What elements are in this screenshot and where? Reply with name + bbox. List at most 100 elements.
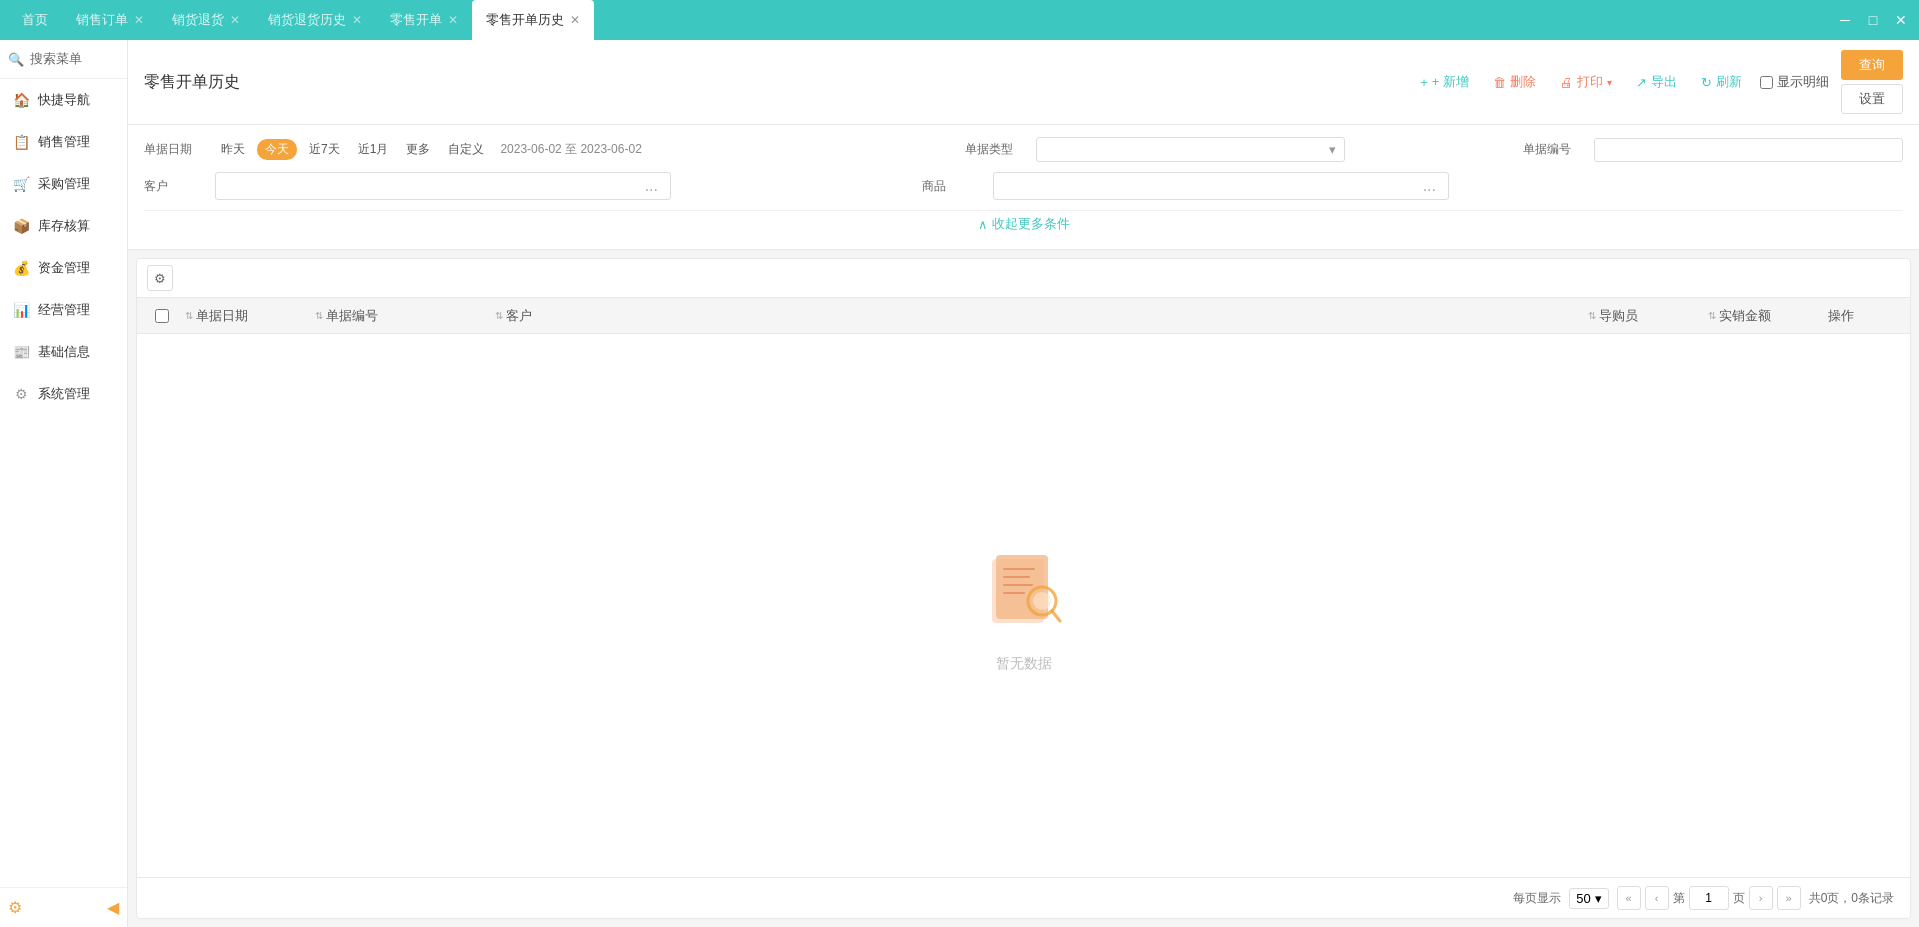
th-checkbox xyxy=(147,309,177,323)
search-icon: 🔍 xyxy=(8,52,24,67)
date-opt-7days[interactable]: 近7天 xyxy=(303,139,346,160)
first-page-button[interactable]: « xyxy=(1617,886,1641,910)
per-page-label: 每页显示 xyxy=(1513,890,1561,907)
prev-page-button[interactable]: ‹ xyxy=(1645,886,1669,910)
collapse-chevron-icon: ∧ xyxy=(978,217,988,232)
close-tab-retail-open-history[interactable]: ✕ xyxy=(570,13,580,27)
date-opt-more[interactable]: 更多 xyxy=(400,139,436,160)
tab-sales-return[interactable]: 销货退货 ✕ xyxy=(158,0,254,40)
toolbar: + + 新增 🗑 删除 🖨 打印 ▾ ↗ 导出 ↻ xyxy=(1414,50,1903,114)
show-detail-checkbox[interactable]: 显示明细 xyxy=(1760,73,1829,91)
sidebar-item-sales-mgmt[interactable]: 📋 销售管理 xyxy=(0,121,127,163)
collapse-more-bar[interactable]: ∧ 收起更多条件 xyxy=(144,210,1903,237)
sidebar-gear-icon[interactable]: ⚙ xyxy=(8,898,22,917)
doc-no-input[interactable] xyxy=(1594,138,1903,162)
inventory-icon: 📦 xyxy=(12,217,30,235)
page-label: 第 xyxy=(1673,890,1685,907)
system-icon: ⚙ xyxy=(12,385,30,403)
date-opt-1month[interactable]: 近1月 xyxy=(352,139,395,160)
date-opt-today[interactable]: 今天 xyxy=(257,139,297,160)
th-customer[interactable]: ⇅ 客户 xyxy=(487,307,1580,325)
th-date[interactable]: ⇅ 单据日期 xyxy=(177,307,307,325)
add-button[interactable]: + + 新增 xyxy=(1414,69,1475,95)
tab-retail-open-history[interactable]: 零售开单历史 ✕ xyxy=(472,0,594,40)
sidebar-bottom: ⚙ ◀ xyxy=(0,887,127,927)
page-nav: « ‹ 第 页 › » xyxy=(1617,886,1801,910)
settings-button[interactable]: 设置 xyxy=(1841,84,1903,114)
window-controls: ─ □ ✕ xyxy=(1835,10,1911,30)
add-icon: + xyxy=(1420,75,1428,90)
th-no[interactable]: ⇅ 单据编号 xyxy=(307,307,487,325)
doc-type-label: 单据类型 xyxy=(965,141,1020,158)
svg-line-8 xyxy=(1052,611,1060,621)
close-button[interactable]: ✕ xyxy=(1891,10,1911,30)
pagination: 每页显示 50 ▾ « ‹ 第 页 › » 共0页，0条记录 xyxy=(137,877,1910,918)
product-field[interactable] xyxy=(1002,179,1419,193)
page-size-chevron-icon: ▾ xyxy=(1595,891,1602,906)
product-input[interactable]: ... xyxy=(993,172,1449,200)
sidebar-search[interactable]: 🔍 搜索菜单 xyxy=(0,40,127,79)
select-all-checkbox[interactable] xyxy=(155,309,169,323)
show-detail-input[interactable] xyxy=(1760,76,1773,89)
gear-icon: ⚙ xyxy=(154,271,166,286)
sidebar-item-quick-nav[interactable]: 🏠 快捷导航 xyxy=(0,79,127,121)
sidebar-collapse-icon[interactable]: ◀ xyxy=(107,898,119,917)
minimize-button[interactable]: ─ xyxy=(1835,10,1855,30)
sidebar-item-purchase-mgmt[interactable]: 🛒 采购管理 xyxy=(0,163,127,205)
customer-browse-icon[interactable]: ... xyxy=(641,177,662,195)
page-suffix: 页 xyxy=(1733,890,1745,907)
refresh-button[interactable]: ↻ 刷新 xyxy=(1695,69,1748,95)
close-tab-sales-return[interactable]: ✕ xyxy=(230,13,240,27)
page-header: 零售开单历史 + + 新增 🗑 删除 🖨 打印 ▾ ↗ 导出 xyxy=(128,40,1919,125)
delete-button[interactable]: 🗑 删除 xyxy=(1487,69,1542,95)
date-opt-yesterday[interactable]: 昨天 xyxy=(215,139,251,160)
sidebar-item-inventory[interactable]: 📦 库存核算 xyxy=(0,205,127,247)
sidebar-item-operations[interactable]: 📊 经营管理 xyxy=(0,289,127,331)
next-page-button[interactable]: › xyxy=(1749,886,1773,910)
th-guide[interactable]: ⇅ 导购员 xyxy=(1580,307,1700,325)
product-browse-icon[interactable]: ... xyxy=(1419,177,1440,195)
purchase-icon: 🛒 xyxy=(12,175,30,193)
customer-input[interactable]: ... xyxy=(215,172,671,200)
query-button[interactable]: 查询 xyxy=(1841,50,1903,80)
close-tab-retail-open[interactable]: ✕ xyxy=(448,13,458,27)
filter-area: 单据日期 昨天 今天 近7天 近1月 更多 自定义 2023-06-02 至 2… xyxy=(128,125,1919,250)
tab-home[interactable]: 首页 xyxy=(8,0,62,40)
table-header: ⇅ 单据日期 ⇅ 单据编号 ⇅ 客户 ⇅ 导购员 ⇅ 实销金额 xyxy=(137,298,1910,334)
page-total-info: 共0页，0条记录 xyxy=(1809,890,1894,907)
last-page-button[interactable]: » xyxy=(1777,886,1801,910)
empty-text: 暂无数据 xyxy=(996,655,1052,673)
page-input[interactable] xyxy=(1689,886,1729,910)
filter-row-customer: 客户 ... 商品 ... xyxy=(144,172,1903,200)
close-tab-sales-return-history[interactable]: ✕ xyxy=(352,13,362,27)
refresh-icon: ↻ xyxy=(1701,75,1712,90)
sort-icon: ⇅ xyxy=(185,310,193,321)
product-label: 商品 xyxy=(922,178,977,195)
export-button[interactable]: ↗ 导出 xyxy=(1630,69,1683,95)
print-button[interactable]: 🖨 打印 ▾ xyxy=(1554,69,1618,95)
sort-icon-guide: ⇅ xyxy=(1588,310,1596,321)
customer-field[interactable] xyxy=(224,179,641,193)
table-toolbar: ⚙ xyxy=(137,259,1910,298)
tab-sales-return-history[interactable]: 销货退货历史 ✕ xyxy=(254,0,376,40)
tab-sales-order[interactable]: 销售订单 ✕ xyxy=(62,0,158,40)
th-amount[interactable]: ⇅ 实销金额 xyxy=(1700,307,1820,325)
doc-no-field[interactable] xyxy=(1603,143,1894,157)
sidebar-item-finance[interactable]: 💰 资金管理 xyxy=(0,247,127,289)
sort-icon-amount: ⇅ xyxy=(1708,310,1716,321)
date-label: 单据日期 xyxy=(144,141,199,158)
date-opt-custom[interactable]: 自定义 xyxy=(442,139,490,160)
sidebar-item-basic-info[interactable]: 📰 基础信息 xyxy=(0,331,127,373)
close-tab-sales-order[interactable]: ✕ xyxy=(134,13,144,27)
tab-retail-open[interactable]: 零售开单 ✕ xyxy=(376,0,472,40)
doc-no-label: 单据编号 xyxy=(1523,141,1578,158)
maximize-button[interactable]: □ xyxy=(1863,10,1883,30)
print-chevron-icon: ▾ xyxy=(1607,77,1612,88)
date-range-display: 2023-06-02 至 2023-06-02 xyxy=(500,141,641,158)
page-size-select[interactable]: 50 ▾ xyxy=(1569,888,1608,909)
basic-info-icon: 📰 xyxy=(12,343,30,361)
doc-type-select[interactable]: ▾ xyxy=(1036,137,1345,162)
table-settings-icon[interactable]: ⚙ xyxy=(147,265,173,291)
sidebar-item-system[interactable]: ⚙ 系统管理 xyxy=(0,373,127,415)
page-title: 零售开单历史 xyxy=(144,72,240,93)
